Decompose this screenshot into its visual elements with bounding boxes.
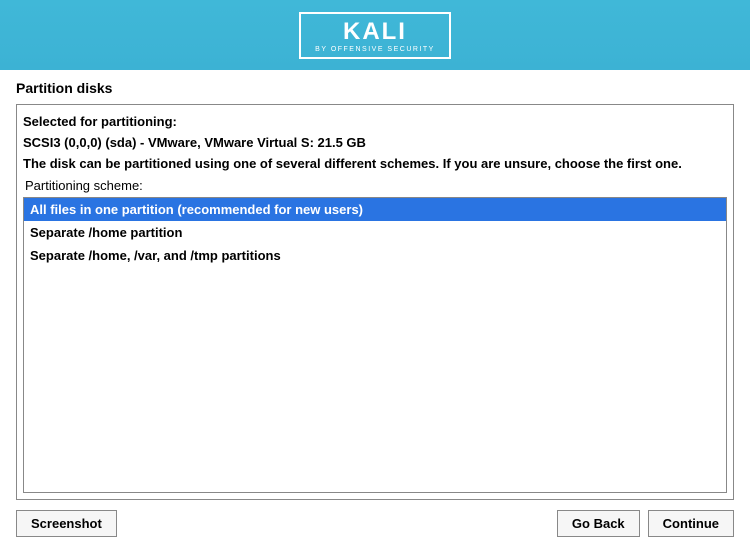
scheme-option-separate-home-var-tmp[interactable]: Separate /home, /var, and /tmp partition… [24, 244, 726, 267]
go-back-button[interactable]: Go Back [557, 510, 640, 537]
content-frame: Selected for partitioning: SCSI3 (0,0,0)… [16, 104, 734, 500]
scheme-option-all-one[interactable]: All files in one partition (recommended … [24, 198, 726, 221]
partitioning-scheme-list[interactable]: All files in one partition (recommended … [23, 197, 727, 493]
logo-sub-text: BY OFFENSIVE SECURITY [315, 46, 435, 53]
installer-header: KALI BY OFFENSIVE SECURITY [0, 0, 750, 70]
scheme-option-separate-home[interactable]: Separate /home partition [24, 221, 726, 244]
kali-logo: KALI BY OFFENSIVE SECURITY [299, 12, 451, 59]
screenshot-button[interactable]: Screenshot [16, 510, 117, 537]
page-title: Partition disks [0, 70, 750, 104]
partitioning-scheme-label: Partitioning scheme: [23, 174, 727, 195]
continue-button[interactable]: Continue [648, 510, 734, 537]
logo-main-text: KALI [315, 20, 435, 44]
disk-info: SCSI3 (0,0,0) (sda) - VMware, VMware Vir… [23, 132, 727, 153]
instructions-text: The disk can be partitioned using one of… [23, 153, 727, 174]
selected-for-partitioning-label: Selected for partitioning: [23, 111, 727, 132]
button-bar: Screenshot Go Back Continue [0, 500, 750, 537]
